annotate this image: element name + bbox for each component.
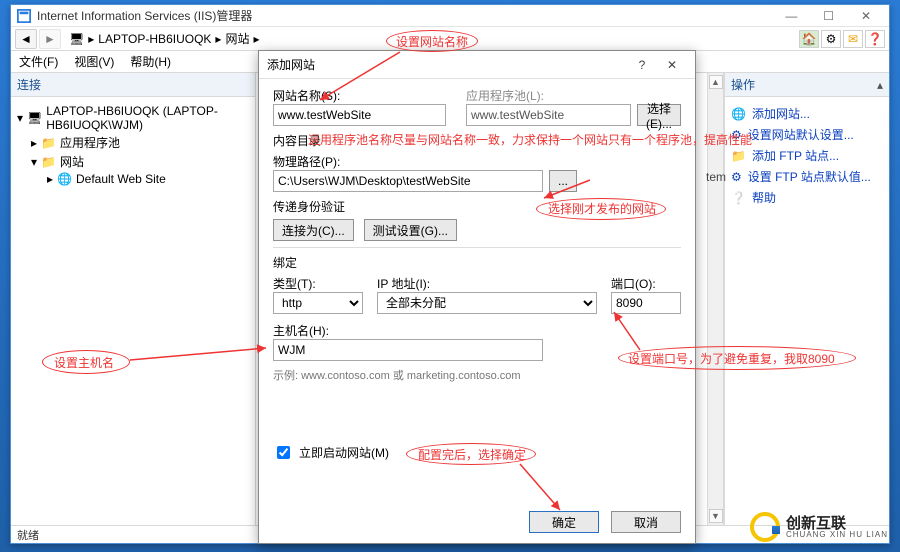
- center-col-fragment: tem: [706, 170, 726, 184]
- connections-header: 连接: [11, 73, 255, 97]
- binding-header: 绑定: [273, 254, 681, 271]
- dialog-footer: 确定 取消: [529, 511, 681, 533]
- tree-default-site[interactable]: ▸🌐Default Web Site: [15, 171, 251, 187]
- center-scrollbar[interactable]: ▲ ▼: [707, 73, 723, 525]
- actions-list: 🌐添加网站... ⚙设置网站默认设置... 📁添加 FTP 站点... ⚙设置 …: [725, 97, 889, 214]
- dialog-title: 添加网站: [267, 56, 627, 73]
- minimize-button[interactable]: —: [774, 9, 808, 23]
- menu-file[interactable]: 文件(F): [19, 53, 58, 70]
- sitename-input[interactable]: [273, 104, 446, 126]
- breadcrumb-bar: ◄ ► 🖥 ▸ LAPTOP-HB6IUOQK ▸ 网站 ▸ 🏠 ⚙ ✉ ❓: [11, 27, 889, 51]
- nav-icon-1[interactable]: 🏠: [799, 30, 819, 48]
- folder-icon: 📁: [731, 149, 746, 163]
- select-apppool-button[interactable]: 选择(E)...: [637, 104, 681, 126]
- action-add-site[interactable]: 🌐添加网站...: [731, 103, 883, 124]
- apppool-input: [466, 104, 631, 126]
- content-dir-header: 内容目录: [273, 132, 681, 149]
- nav-icon-4[interactable]: ❓: [865, 30, 885, 48]
- action-help[interactable]: ❔帮助: [731, 187, 883, 208]
- menu-view[interactable]: 视图(V): [74, 53, 114, 70]
- start-immediately-label: 立即启动网站(M): [299, 444, 389, 461]
- logo-text-cn: 创新互联: [786, 516, 888, 531]
- nav-back-button[interactable]: ◄: [15, 29, 37, 49]
- host-label: 主机名(H):: [273, 322, 681, 339]
- type-select[interactable]: http: [273, 292, 363, 314]
- action-add-ftp[interactable]: 📁添加 FTP 站点...: [731, 145, 883, 166]
- app-icon: [17, 9, 31, 23]
- tree-root[interactable]: ▾🖥LAPTOP-HB6IUOQK (LAPTOP-HB6IUOQK\WJM): [15, 103, 251, 133]
- type-label: 类型(T):: [273, 275, 363, 292]
- action-ftp-defaults[interactable]: ⚙设置 FTP 站点默认值...: [731, 166, 883, 187]
- home-icon: 🖥: [69, 32, 84, 46]
- maximize-button[interactable]: ☐: [812, 9, 846, 23]
- dialog-titlebar: 添加网站 ? ✕: [259, 51, 695, 79]
- cancel-button[interactable]: 取消: [611, 511, 681, 533]
- ip-select[interactable]: 全部未分配: [377, 292, 597, 314]
- gear-icon: ⚙: [731, 170, 742, 184]
- connections-tree[interactable]: ▾🖥LAPTOP-HB6IUOQK (LAPTOP-HB6IUOQK\WJM) …: [11, 97, 255, 193]
- watermark-logo: 创新互联 CHUANG XIN HU LIAN: [750, 512, 888, 542]
- hostname-input[interactable]: [273, 339, 543, 361]
- gear-icon: ⚙: [731, 128, 742, 142]
- actions-header: 操作▴: [725, 73, 889, 97]
- scroll-up-icon[interactable]: ▲: [709, 75, 723, 89]
- physical-path-input[interactable]: [273, 170, 543, 192]
- dialog-close-button[interactable]: ✕: [657, 58, 687, 72]
- browse-path-button[interactable]: ...: [549, 170, 577, 192]
- logo-text-en: CHUANG XIN HU LIAN: [786, 531, 888, 539]
- add-website-dialog: 添加网站 ? ✕ 网站名称(S): 应用程序池(L): 选择(E)... 内容目…: [258, 50, 696, 544]
- path-label: 物理路径(P):: [273, 153, 681, 170]
- crumb-sites[interactable]: 网站: [225, 30, 249, 47]
- scroll-down-icon[interactable]: ▼: [709, 509, 723, 523]
- help-icon: ❔: [731, 191, 746, 205]
- title-bar: Internet Information Services (IIS)管理器 —…: [11, 5, 889, 27]
- port-label: 端口(O):: [611, 275, 681, 292]
- start-immediately-checkbox[interactable]: [277, 446, 290, 459]
- breadcrumb[interactable]: 🖥 ▸ LAPTOP-HB6IUOQK ▸ 网站 ▸: [63, 30, 799, 47]
- window-buttons: — ☐ ✕: [774, 9, 883, 23]
- globe-icon: 🌐: [731, 107, 746, 121]
- connect-as-button[interactable]: 连接为(C)...: [273, 219, 354, 241]
- test-settings-button[interactable]: 测试设置(G)...: [364, 219, 457, 241]
- dialog-body: 网站名称(S): 应用程序池(L): 选择(E)... 内容目录 物理路径(P)…: [259, 79, 695, 462]
- connections-panel: 连接 ▾🖥LAPTOP-HB6IUOQK (LAPTOP-HB6IUOQK\WJ…: [11, 73, 256, 525]
- auth-header: 传递身份验证: [273, 198, 681, 215]
- ok-button[interactable]: 确定: [529, 511, 599, 533]
- action-site-defaults[interactable]: ⚙设置网站默认设置...: [731, 124, 883, 145]
- port-input[interactable]: [611, 292, 681, 314]
- collapse-icon[interactable]: ▴: [877, 78, 883, 92]
- menu-help[interactable]: 帮助(H): [130, 53, 171, 70]
- tree-sites[interactable]: ▾📁网站: [15, 152, 251, 171]
- window-title: Internet Information Services (IIS)管理器: [37, 7, 774, 24]
- logo-icon: [750, 512, 780, 542]
- actions-panel: 操作▴ 🌐添加网站... ⚙设置网站默认设置... 📁添加 FTP 站点... …: [724, 73, 889, 525]
- crumb-machine[interactable]: LAPTOP-HB6IUOQK: [98, 32, 211, 46]
- nav-icon-2[interactable]: ⚙: [821, 30, 841, 48]
- sitename-label: 网站名称(S):: [273, 87, 446, 104]
- tree-apppools[interactable]: ▸📁应用程序池: [15, 133, 251, 152]
- nav-icon-3[interactable]: ✉: [843, 30, 863, 48]
- nav-right-icons: 🏠 ⚙ ✉ ❓: [799, 30, 885, 48]
- hostname-example: 示例: www.contoso.com 或 marketing.contoso.…: [273, 367, 681, 383]
- close-button[interactable]: ✕: [849, 9, 883, 23]
- ip-label: IP 地址(I):: [377, 275, 597, 292]
- nav-forward-button[interactable]: ►: [39, 29, 61, 49]
- dialog-help-button[interactable]: ?: [627, 58, 657, 72]
